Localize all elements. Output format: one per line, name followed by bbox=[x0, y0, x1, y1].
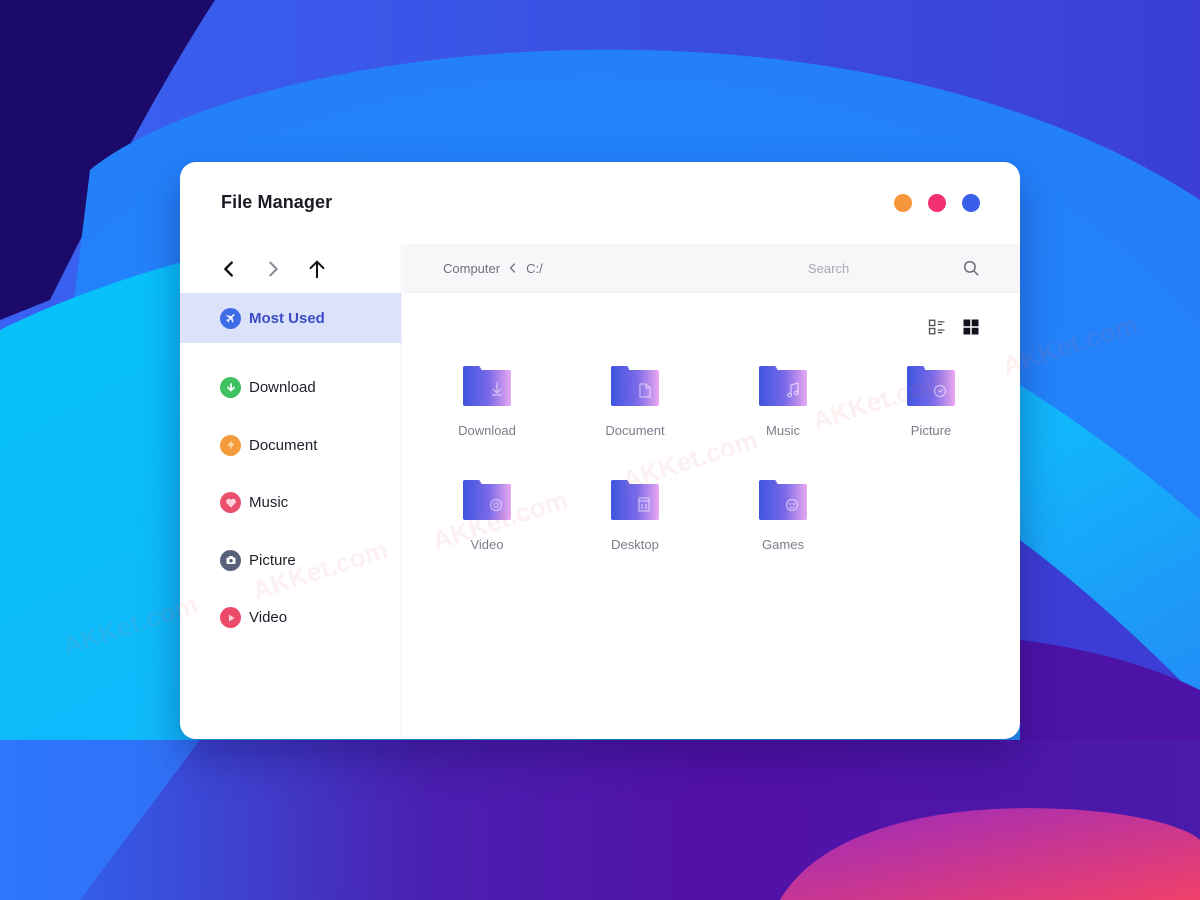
window-controls bbox=[894, 194, 980, 212]
folder-label: Download bbox=[458, 423, 516, 438]
file-grid: Download Document Music Picture Video De… bbox=[413, 364, 1005, 552]
sidebar-item-picture[interactable]: Picture bbox=[180, 532, 401, 590]
sidebar-list: Download Document Music Picture Video bbox=[180, 359, 401, 647]
folder-download-icon bbox=[463, 366, 511, 406]
sidebar-item-label: Music bbox=[249, 494, 289, 512]
search-input[interactable] bbox=[808, 257, 948, 279]
back-button[interactable] bbox=[218, 258, 240, 280]
folder-label: Desktop bbox=[611, 537, 659, 552]
sidebar-item-label: Download bbox=[249, 379, 316, 397]
path-bar: Computer C:/ bbox=[403, 244, 1020, 293]
breadcrumb-computer[interactable]: Computer bbox=[443, 261, 500, 276]
sidebar-item-label: Document bbox=[249, 436, 318, 454]
folder-download[interactable]: Download bbox=[413, 364, 561, 438]
maximize-button[interactable] bbox=[928, 194, 946, 212]
breadcrumb: Computer C:/ bbox=[443, 261, 543, 276]
sidebar-item-label: Video bbox=[249, 609, 288, 627]
airplane-icon bbox=[220, 307, 241, 329]
breadcrumb-drive[interactable]: C:/ bbox=[526, 261, 543, 276]
folder-games[interactable]: Games bbox=[709, 478, 857, 552]
folder-label: Picture bbox=[910, 423, 952, 438]
folder-label: Document bbox=[605, 423, 665, 438]
chevron-right-icon bbox=[269, 261, 278, 276]
lightning-icon bbox=[220, 434, 241, 456]
folder-document[interactable]: Document bbox=[561, 364, 709, 438]
search-icon[interactable] bbox=[962, 259, 980, 277]
folder-music-icon bbox=[759, 366, 807, 406]
app-title: File Manager bbox=[221, 192, 333, 212]
file-manager-window: File Manager Most Used Download Document… bbox=[180, 162, 1020, 739]
sidebar-item-music[interactable]: Music bbox=[180, 474, 401, 532]
up-button[interactable] bbox=[306, 258, 328, 280]
sidebar-item-label: Picture bbox=[249, 551, 296, 569]
close-button[interactable] bbox=[962, 194, 980, 212]
play-icon bbox=[220, 607, 241, 629]
forward-button[interactable] bbox=[262, 258, 284, 280]
folder-document-icon bbox=[611, 366, 659, 406]
folder-desktop[interactable]: Desktop bbox=[561, 478, 709, 552]
sidebar: Most Used Download Document Music Pictur… bbox=[180, 244, 402, 739]
folder-label: Games bbox=[762, 537, 804, 552]
heart-icon bbox=[220, 492, 241, 514]
chevron-left-icon bbox=[507, 262, 519, 274]
sidebar-item-download[interactable]: Download bbox=[180, 359, 401, 417]
folder-picture[interactable]: Picture bbox=[857, 364, 1005, 438]
sidebar-item-video[interactable]: Video bbox=[180, 589, 401, 647]
sidebar-item-document[interactable]: Document bbox=[180, 417, 401, 475]
camera-icon bbox=[220, 549, 241, 571]
chevron-left-icon bbox=[224, 260, 233, 277]
folder-picture-icon bbox=[907, 366, 955, 406]
title-bar: File Manager bbox=[180, 162, 1020, 244]
grid-view-icon[interactable] bbox=[962, 318, 980, 336]
folder-music[interactable]: Music bbox=[709, 364, 857, 438]
main-content: Computer C:/ Search Download Document Mu… bbox=[403, 244, 1020, 739]
folder-desktop-icon bbox=[611, 480, 659, 520]
download-arrow-icon bbox=[220, 377, 241, 399]
folder-video-icon bbox=[463, 480, 511, 520]
sidebar-item-most-used[interactable]: Most Used bbox=[180, 293, 401, 343]
folder-games-icon bbox=[759, 480, 807, 520]
minimize-button[interactable] bbox=[894, 194, 912, 212]
arrow-up-icon bbox=[309, 260, 325, 278]
folder-label: Video bbox=[470, 537, 504, 552]
list-view-icon[interactable] bbox=[928, 318, 946, 336]
navigation-buttons bbox=[180, 244, 401, 293]
sidebar-item-label: Most Used bbox=[249, 309, 325, 327]
folder-label: Music bbox=[766, 423, 800, 438]
folder-video[interactable]: Video bbox=[413, 478, 561, 552]
view-toggles bbox=[928, 318, 980, 336]
